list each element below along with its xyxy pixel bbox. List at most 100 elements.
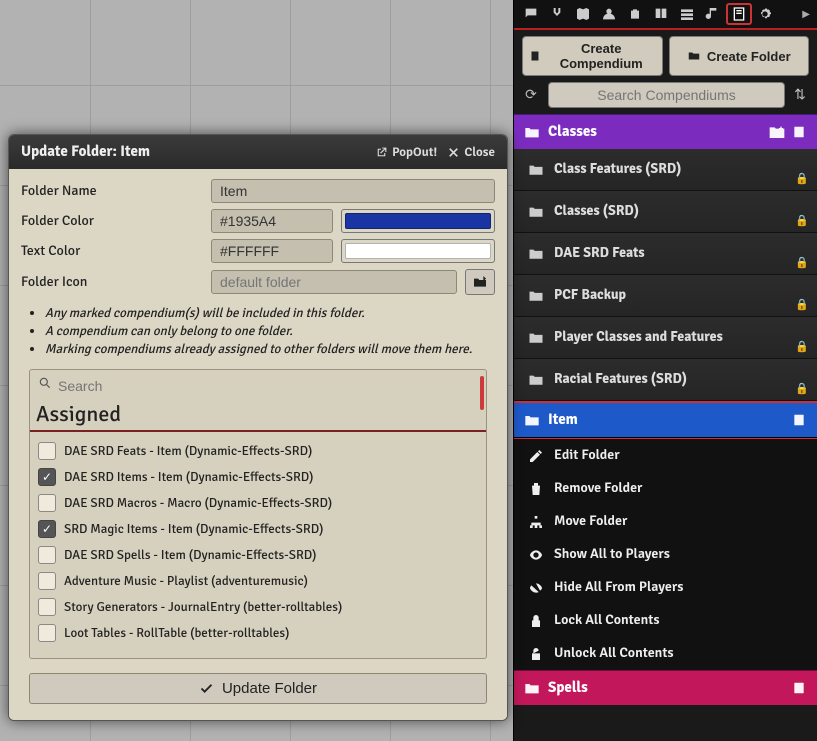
- new-subfolder-icon[interactable]: [769, 125, 785, 139]
- lock-icon: 🔒: [795, 172, 809, 186]
- assigned-label: Adventure Music - Playlist (adventuremus…: [64, 573, 308, 589]
- lock-icon: 🔒: [795, 214, 809, 228]
- pack-item[interactable]: PCF Backup🔒: [514, 275, 817, 317]
- text-color-swatch[interactable]: [341, 239, 495, 263]
- assigned-checkbox[interactable]: [38, 494, 56, 512]
- dialog-header[interactable]: Update Folder: Item PopOut! Close: [9, 135, 507, 169]
- assigned-checkbox[interactable]: [38, 624, 56, 642]
- tab-combat[interactable]: [544, 3, 570, 25]
- scroll-indicator[interactable]: [480, 376, 484, 410]
- assigned-label: DAE SRD Items - Item (Dynamic-Effects-SR…: [64, 469, 314, 485]
- assigned-row[interactable]: DAE SRD Feats - Item (Dynamic-Effects-SR…: [36, 438, 482, 464]
- assigned-label: DAE SRD Macros - Macro (Dynamic-Effects-…: [64, 495, 332, 511]
- close-icon: [447, 146, 460, 159]
- close-button[interactable]: Close: [447, 144, 495, 160]
- ctx-move-folder[interactable]: Move Folder: [514, 505, 817, 538]
- compendium-sidebar: ▶ Create Compendium Create Folder ⟳ ⇅ Cl…: [513, 0, 817, 741]
- update-folder-button[interactable]: Update Folder: [29, 673, 487, 704]
- trash-icon: [528, 481, 544, 497]
- folder-type-icon: [791, 681, 807, 695]
- ctx-lock-all[interactable]: Lock All Contents: [514, 604, 817, 637]
- folder-label: Spells: [548, 679, 588, 697]
- assigned-row[interactable]: DAE SRD Spells - Item (Dynamic-Effects-S…: [36, 542, 482, 568]
- assigned-checkbox[interactable]: [38, 572, 56, 590]
- pack-item[interactable]: Class Features (SRD)🔒: [514, 149, 817, 191]
- tab-compendium[interactable]: [726, 3, 752, 25]
- assigned-label: DAE SRD Feats - Item (Dynamic-Effects-SR…: [64, 443, 312, 459]
- tab-playlists[interactable]: [700, 3, 726, 25]
- folder-icon-input[interactable]: [211, 270, 457, 294]
- tab-items[interactable]: [622, 3, 648, 25]
- ctx-unlock-all[interactable]: Unlock All Contents: [514, 637, 817, 670]
- create-compendium-label: Create Compendium: [547, 41, 656, 71]
- ctx-show-all[interactable]: Show All to Players: [514, 538, 817, 571]
- assigned-heading: Assigned: [30, 401, 486, 432]
- search-compendiums-input[interactable]: [548, 82, 785, 108]
- atlas-icon: [529, 49, 541, 63]
- tab-actors[interactable]: [596, 3, 622, 25]
- ctx-remove-folder[interactable]: Remove Folder: [514, 472, 817, 505]
- folder-header-spells[interactable]: Spells: [514, 670, 817, 705]
- tab-chat[interactable]: [518, 3, 544, 25]
- assigned-row[interactable]: Story Generators - JournalEntry (better-…: [36, 594, 482, 620]
- assigned-label: SRD Magic Items - Item (Dynamic-Effects-…: [64, 521, 323, 537]
- assigned-row[interactable]: ✓ DAE SRD Items - Item (Dynamic-Effects-S…: [36, 464, 482, 490]
- assign-search-input[interactable]: [58, 378, 478, 394]
- assigned-checkbox[interactable]: [38, 442, 56, 460]
- collapse-sidebar-icon[interactable]: ▶: [799, 8, 813, 20]
- assigned-checkbox[interactable]: [38, 546, 56, 564]
- folder-label: Item: [548, 411, 578, 429]
- pack-item[interactable]: DAE SRD Feats🔒: [514, 233, 817, 275]
- search-icon: [38, 376, 52, 395]
- folder-header-item[interactable]: Item: [514, 401, 817, 438]
- assigned-checkbox[interactable]: ✓: [38, 468, 56, 486]
- folder-name-input[interactable]: [211, 179, 495, 203]
- lock-icon: 🔒: [795, 298, 809, 312]
- lock-icon: 🔒: [795, 340, 809, 354]
- text-color-label: Text Color: [21, 243, 203, 260]
- tab-journal[interactable]: [648, 3, 674, 25]
- check-icon: [199, 681, 214, 696]
- ctx-edit-folder[interactable]: Edit Folder: [514, 439, 817, 472]
- refresh-icon[interactable]: ⟳: [520, 87, 542, 104]
- folder-open-icon: [524, 125, 540, 139]
- tab-tables[interactable]: [674, 3, 700, 25]
- unlock-icon: [528, 646, 544, 662]
- pack-item[interactable]: Classes (SRD)🔒: [514, 191, 817, 233]
- folder-color-hex-input[interactable]: [211, 209, 333, 233]
- assigned-checkbox[interactable]: ✓: [38, 520, 56, 538]
- assign-box: Assigned DAE SRD Feats - Item (Dynamic-E…: [29, 369, 487, 659]
- assigned-label: DAE SRD Spells - Item (Dynamic-Effects-S…: [64, 547, 317, 563]
- folder-header-classes[interactable]: Classes: [514, 114, 817, 149]
- text-color-hex-input[interactable]: [211, 239, 333, 263]
- assigned-label: Story Generators - JournalEntry (better-…: [64, 599, 342, 615]
- update-folder-dialog: Update Folder: Item PopOut! Close Folder…: [8, 134, 508, 721]
- tab-settings[interactable]: [752, 3, 778, 25]
- assigned-list: DAE SRD Feats - Item (Dynamic-Effects-SR…: [30, 432, 486, 658]
- pack-item[interactable]: Player Classes and Features🔒: [514, 317, 817, 359]
- assigned-row[interactable]: DAE SRD Macros - Macro (Dynamic-Effects-…: [36, 490, 482, 516]
- assigned-checkbox[interactable]: [38, 598, 56, 616]
- picker-icon: [472, 274, 488, 290]
- assigned-row[interactable]: Loot Tables - RollTable (better-rolltabl…: [36, 620, 482, 646]
- sitemap-icon: [528, 514, 544, 530]
- classes-pack-list: Class Features (SRD)🔒 Classes (SRD)🔒 DAE…: [514, 149, 817, 401]
- create-folder-button[interactable]: Create Folder: [669, 36, 810, 76]
- folder-type-icon: [791, 125, 807, 139]
- ctx-hide-all[interactable]: Hide All From Players: [514, 571, 817, 604]
- create-compendium-button[interactable]: Create Compendium: [522, 36, 663, 76]
- pack-item[interactable]: Racial Features (SRD)🔒: [514, 359, 817, 401]
- sort-icon[interactable]: ⇅: [791, 87, 809, 104]
- folder-icon: [524, 681, 540, 695]
- folder-icon: [687, 49, 701, 63]
- popout-icon: [375, 146, 388, 159]
- folder-icon-picker-button[interactable]: [465, 269, 495, 295]
- lock-icon: 🔒: [795, 382, 809, 396]
- assigned-row[interactable]: ✓ SRD Magic Items - Item (Dynamic-Effects…: [36, 516, 482, 542]
- assigned-row[interactable]: Adventure Music - Playlist (adventuremus…: [36, 568, 482, 594]
- folder-context-menu: Edit Folder Remove Folder Move Folder Sh…: [514, 438, 817, 670]
- popout-button[interactable]: PopOut!: [375, 144, 437, 160]
- folder-color-swatch[interactable]: [341, 209, 495, 233]
- tab-scenes[interactable]: [570, 3, 596, 25]
- create-folder-label: Create Folder: [707, 49, 791, 64]
